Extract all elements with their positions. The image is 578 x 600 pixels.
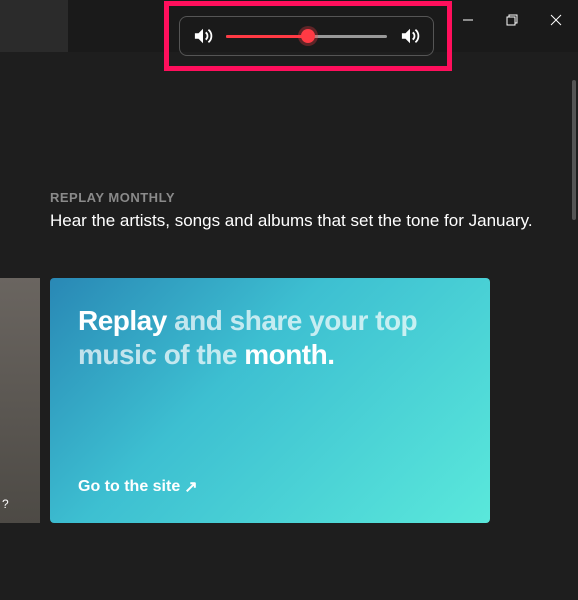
minimize-button[interactable]: [446, 0, 490, 40]
close-button[interactable]: [534, 0, 578, 40]
scrollbar[interactable]: [572, 80, 576, 220]
maximize-button[interactable]: [490, 0, 534, 40]
window-controls: [446, 0, 578, 40]
section-heading: Hear the artists, songs and albums that …: [50, 209, 558, 233]
peek-text: ?: [2, 497, 9, 511]
previous-card-peek[interactable]: ?: [0, 278, 40, 523]
volume-thumb[interactable]: [301, 29, 315, 43]
volume-up-icon[interactable]: [399, 27, 421, 45]
card-title: Replay and share your top music of the m…: [78, 304, 462, 371]
volume-control[interactable]: [179, 16, 434, 56]
card-title-strong-1: Replay: [78, 305, 167, 336]
volume-fill: [226, 35, 308, 38]
card-title-strong-2: month.: [244, 339, 334, 370]
section-label: REPLAY MONTHLY: [50, 190, 558, 205]
volume-slider[interactable]: [226, 34, 387, 38]
cta-text: Go to the site: [78, 478, 180, 496]
arrow-up-right-icon: ↗: [184, 477, 197, 497]
content-area: REPLAY MONTHLY Hear the artists, songs a…: [50, 190, 558, 251]
top-bar-left-block: [0, 0, 68, 52]
volume-down-icon[interactable]: [192, 27, 214, 45]
card-cta[interactable]: Go to the site ↗: [78, 477, 462, 497]
replay-card[interactable]: Replay and share your top music of the m…: [50, 278, 490, 523]
